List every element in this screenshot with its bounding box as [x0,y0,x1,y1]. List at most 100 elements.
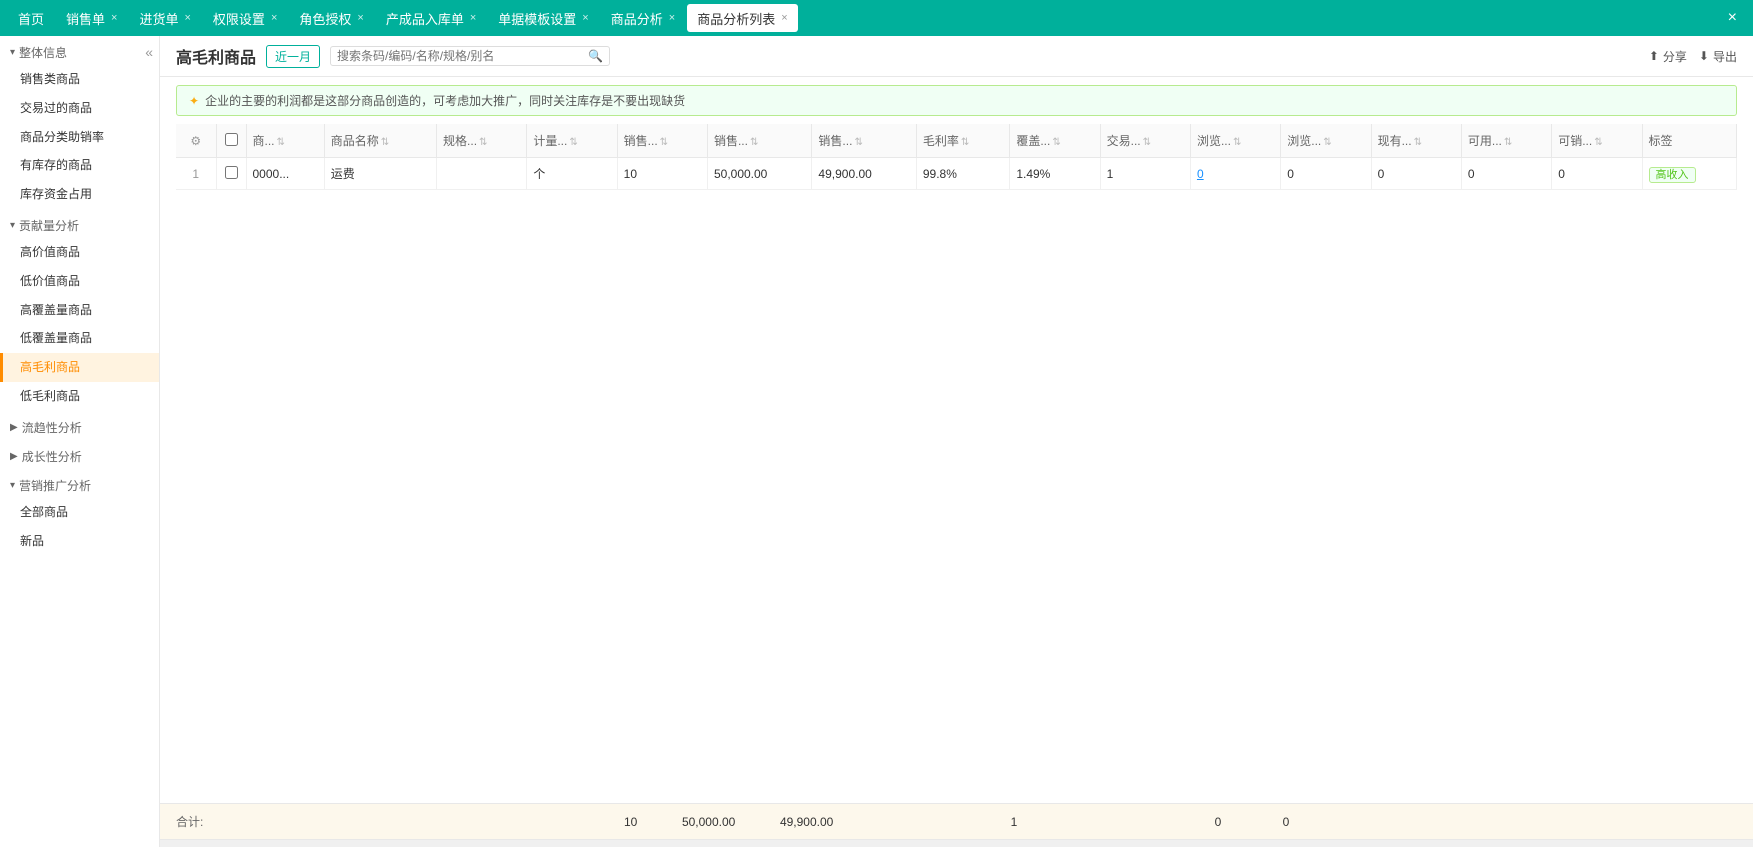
col-header-spec[interactable]: 规格...⇅ [437,124,527,158]
nav-product-analysis-list[interactable]: 商品分析列表 × [687,4,797,32]
sidebar-item-low-margin[interactable]: 低毛利商品 [0,382,159,411]
cell-name: 运费 [324,158,436,190]
cell-checkbox[interactable] [216,158,246,190]
sort-icon-unit: ⇅ [569,137,577,148]
content-header: 高毛利商品 近一月 🔍 ⬆ 分享 ⬇ 导出 [160,36,1753,77]
chevron-right-icon-2: ▶ [10,451,18,462]
sort-icon-spec: ⇅ [479,137,487,148]
close-sales-order-icon[interactable]: × [111,12,117,24]
bottom-scrollbar[interactable] [160,839,1753,847]
sidebar-item-all-goods[interactable]: 全部商品 [0,498,159,527]
sort-icon-browse1: ⇅ [1233,137,1241,148]
sidebar-section-trend[interactable]: ▶ 流趋性分析 [0,411,159,440]
cell-unit: 个 [527,158,617,190]
export-button[interactable]: ⬇ 导出 [1699,48,1737,65]
chevron-down-icon-2: ▾ [10,220,15,231]
nav-template-settings[interactable]: 单据模板设置 × [488,4,598,32]
close-purchase-order-icon[interactable]: × [184,12,190,24]
sidebar-item-high-margin[interactable]: 高毛利商品 [0,353,159,382]
sidebar-section-contribution[interactable]: ▾ 贡献量分析 [0,209,159,238]
sort-icon-name: ⇅ [381,137,389,148]
cell-spec [437,158,527,190]
col-header-checkbox[interactable] [216,124,246,158]
sort-icon-available: ⇅ [1504,137,1512,148]
sidebar-item-sales-goods[interactable]: 销售类商品 [0,65,159,94]
col-header-name[interactable]: 商品名称⇅ [324,124,436,158]
close-role-auth-icon[interactable]: × [357,12,363,24]
nav-permission-settings[interactable]: 权限设置 × [203,4,287,32]
cell-sales2: 50,000.00 [707,158,811,190]
close-template-icon[interactable]: × [582,12,588,24]
col-header-sales1[interactable]: 销售...⇅ [617,124,707,158]
export-icon: ⬇ [1699,49,1709,63]
cell-saleable: 0 [1552,158,1642,190]
sidebar-item-in-stock-goods[interactable]: 有库存的商品 [0,151,159,180]
sidebar-section-marketing[interactable]: ▾ 营销推广分析 [0,469,159,498]
col-header-saleable[interactable]: 可销...⇅ [1552,124,1642,158]
col-header-code[interactable]: 商...⇅ [246,124,324,158]
nav-home[interactable]: 首页 [8,4,54,32]
time-filter-button[interactable]: 近一月 [266,45,320,68]
nav-sales-order[interactable]: 销售单 × [56,4,127,32]
sort-icon-sales3: ⇅ [854,137,862,148]
row-checkbox[interactable] [225,166,238,179]
sidebar-item-low-coverage[interactable]: 低覆盖量商品 [0,324,159,353]
col-header-current[interactable]: 现有...⇅ [1371,124,1461,158]
sidebar-item-high-value[interactable]: 高价值商品 [0,238,159,267]
sidebar-section-overall[interactable]: ▾ 整体信息 [0,36,159,65]
col-header-tag[interactable]: 标签 [1642,124,1736,158]
sort-icon-current: ⇅ [1414,137,1422,148]
footer-current: 0 [1161,815,1221,829]
sidebar-item-category-sales-rate[interactable]: 商品分类助销率 [0,123,159,152]
nav-product-inbound[interactable]: 产成品入库单 × [376,4,486,32]
nav-product-analysis[interactable]: 商品分析 × [601,4,685,32]
footer-sales1: 10 [577,815,637,829]
main-layout: « ▾ 整体信息 销售类商品 交易过的商品 商品分类助销率 有库存的商品 库存资… [0,36,1753,847]
col-header-available[interactable]: 可用...⇅ [1461,124,1551,158]
close-product-analysis-icon[interactable]: × [669,12,675,24]
sidebar-item-traded-goods[interactable]: 交易过的商品 [0,94,159,123]
col-header-sales2[interactable]: 销售...⇅ [707,124,811,158]
col-header-sales3[interactable]: 销售...⇅ [812,124,916,158]
search-input[interactable] [337,49,584,63]
page-title: 高毛利商品 [176,44,256,68]
table-wrapper: ⚙ 商...⇅ 商品名称⇅ 规格...⇅ 计量...⇅ 销售...⇅ 销售...… [160,124,1753,803]
col-header-settings[interactable]: ⚙ [176,124,216,158]
sidebar-item-low-value[interactable]: 低价值商品 [0,267,159,296]
sidebar-section-growth[interactable]: ▶ 成长性分析 [0,440,159,469]
sort-icon-code: ⇅ [277,137,285,148]
close-all-button[interactable]: × [1720,9,1745,27]
col-header-coverage[interactable]: 覆盖...⇅ [1010,124,1100,158]
col-header-trade[interactable]: 交易...⇅ [1100,124,1190,158]
sidebar-item-stock-funds[interactable]: 库存资金占用 [0,180,159,209]
col-header-gross-rate[interactable]: 毛利率⇅ [916,124,1009,158]
sidebar: « ▾ 整体信息 销售类商品 交易过的商品 商品分类助销率 有库存的商品 库存资… [0,36,160,847]
sidebar-item-new-goods[interactable]: 新品 [0,527,159,556]
sort-icon-sales2: ⇅ [750,137,758,148]
data-table: ⚙ 商...⇅ 商品名称⇅ 规格...⇅ 计量...⇅ 销售...⇅ 销售...… [176,124,1737,190]
sort-icon-sales1: ⇅ [660,137,668,148]
content-area: 高毛利商品 近一月 🔍 ⬆ 分享 ⬇ 导出 ✦ 企业的主要的利润都是这部分商品创… [160,36,1753,847]
table-row: 1 0000... 运费 个 10 50,000.00 49,900.00 99… [176,158,1737,190]
search-icon[interactable]: 🔍 [588,49,603,63]
cell-browse1: 0 [1190,158,1280,190]
share-button[interactable]: ⬆ 分享 [1649,48,1687,65]
select-all-checkbox[interactable] [225,133,238,146]
cell-code: 0000... [246,158,324,190]
close-permission-icon[interactable]: × [271,12,277,24]
nav-purchase-order[interactable]: 进货单 × [129,4,200,32]
col-header-browse1[interactable]: 浏览...⇅ [1190,124,1280,158]
info-banner: ✦ 企业的主要的利润都是这部分商品创造的，可考虑加大推广，同时关注库存是不要出现… [176,85,1737,116]
chevron-down-icon: ▾ [10,47,15,58]
sidebar-collapse-button[interactable]: « [145,44,153,60]
chevron-down-icon-3: ▾ [10,480,15,491]
col-header-unit[interactable]: 计量...⇅ [527,124,617,158]
cell-gross-rate: 99.8% [916,158,1009,190]
close-product-inbound-icon[interactable]: × [470,12,476,24]
col-header-browse2[interactable]: 浏览...⇅ [1281,124,1371,158]
table-header-row: ⚙ 商...⇅ 商品名称⇅ 规格...⇅ 计量...⇅ 销售...⇅ 销售...… [176,124,1737,158]
sidebar-item-high-coverage[interactable]: 高覆盖量商品 [0,296,159,325]
nav-role-auth[interactable]: 角色授权 × [289,4,373,32]
footer-label: 合计: [176,813,203,830]
close-product-analysis-list-icon[interactable]: × [781,12,787,24]
